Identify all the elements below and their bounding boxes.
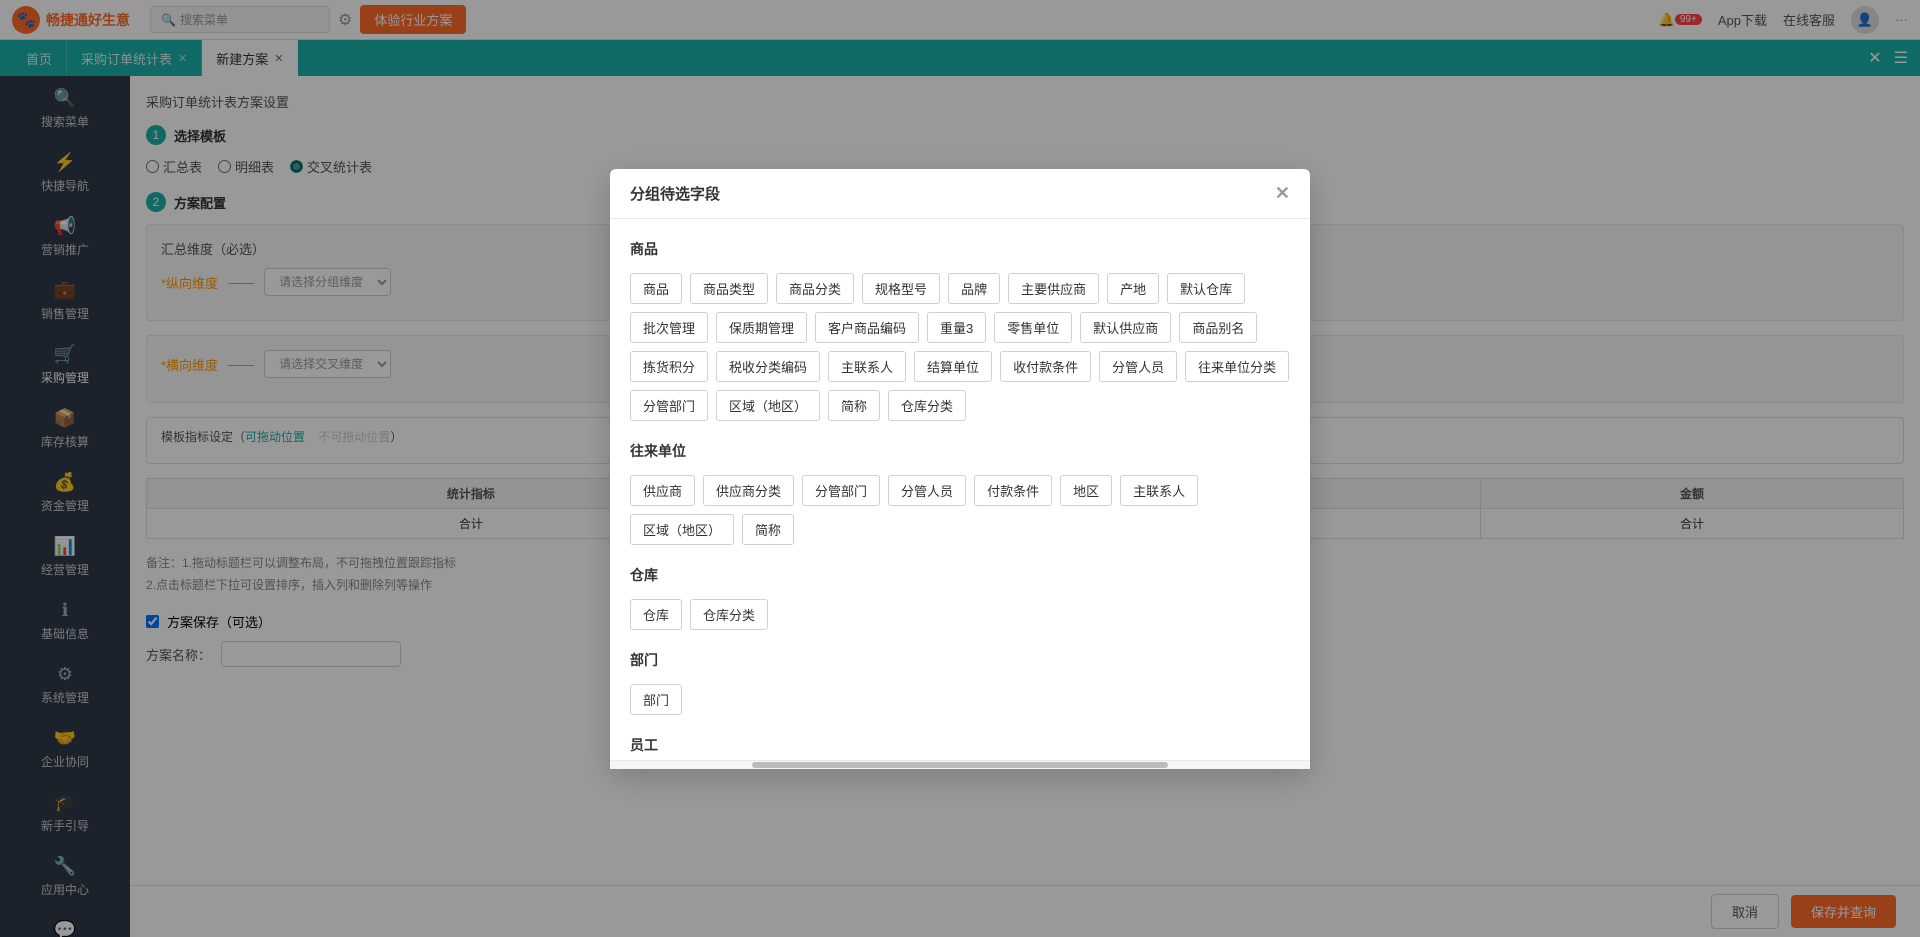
field-chip[interactable]: 区域（地区） xyxy=(716,390,820,421)
field-chip[interactable]: 供应商 xyxy=(630,475,695,506)
field-chip[interactable]: 往来单位分类 xyxy=(1185,351,1289,382)
field-chip[interactable]: 拣货积分 xyxy=(630,351,708,382)
section-title-dept: 部门 xyxy=(630,650,1290,670)
field-chip[interactable]: 商品类型 xyxy=(690,273,768,304)
modal-horizontal-scroll[interactable] xyxy=(610,760,1310,769)
section-title-staff: 员工 xyxy=(630,735,1290,755)
field-chip[interactable]: 区域（地区） xyxy=(630,514,734,545)
field-chip[interactable]: 仓库分类 xyxy=(690,599,768,630)
field-chip[interactable]: 主联系人 xyxy=(1120,475,1198,506)
hscroll-thumb xyxy=(752,762,1167,768)
modal: 分组待选字段 ✕ 商品 商品 商品类型 商品分类 规格型号 品牌 主要供应商 产… xyxy=(610,169,1310,769)
field-chip[interactable]: 主要供应商 xyxy=(1008,273,1099,304)
field-chip[interactable]: 结算单位 xyxy=(914,351,992,382)
field-chip[interactable]: 仓库分类 xyxy=(888,390,966,421)
field-chip[interactable]: 默认供应商 xyxy=(1080,312,1171,343)
field-chip[interactable]: 简称 xyxy=(742,514,794,545)
field-chip[interactable]: 付款条件 xyxy=(974,475,1052,506)
field-grid-partner: 供应商 供应商分类 分管部门 分管人员 付款条件 地区 主联系人 区域（地区） … xyxy=(630,475,1290,545)
modal-body: 商品 商品 商品类型 商品分类 规格型号 品牌 主要供应商 产地 默认仓库 批次… xyxy=(610,219,1310,760)
field-chip[interactable]: 批次管理 xyxy=(630,312,708,343)
field-chip[interactable]: 重量3 xyxy=(927,312,986,343)
field-chip[interactable]: 简称 xyxy=(828,390,880,421)
field-chip[interactable]: 商品分类 xyxy=(776,273,854,304)
field-chip[interactable]: 分管人员 xyxy=(1099,351,1177,382)
field-chip[interactable]: 收付款条件 xyxy=(1000,351,1091,382)
field-chip[interactable]: 保质期管理 xyxy=(716,312,807,343)
modal-close-button[interactable]: ✕ xyxy=(1275,184,1290,202)
field-grid-dept: 部门 xyxy=(630,684,1290,715)
field-chip[interactable]: 分管部门 xyxy=(630,390,708,421)
section-title-partner: 往来单位 xyxy=(630,441,1290,461)
field-chip[interactable]: 商品别名 xyxy=(1179,312,1257,343)
field-chip[interactable]: 零售单位 xyxy=(994,312,1072,343)
modal-title: 分组待选字段 xyxy=(630,183,720,204)
field-chip[interactable]: 产地 xyxy=(1107,273,1159,304)
field-chip[interactable]: 规格型号 xyxy=(862,273,940,304)
field-chip[interactable]: 供应商分类 xyxy=(703,475,794,506)
field-grid-product: 商品 商品类型 商品分类 规格型号 品牌 主要供应商 产地 默认仓库 批次管理 … xyxy=(630,273,1290,421)
field-chip[interactable]: 商品 xyxy=(630,273,682,304)
field-chip[interactable]: 税收分类编码 xyxy=(716,351,820,382)
field-chip[interactable]: 默认仓库 xyxy=(1167,273,1245,304)
field-grid-warehouse: 仓库 仓库分类 xyxy=(630,599,1290,630)
section-title-warehouse: 仓库 xyxy=(630,565,1290,585)
field-chip[interactable]: 客户商品编码 xyxy=(815,312,919,343)
field-chip[interactable]: 分管部门 xyxy=(802,475,880,506)
field-chip[interactable]: 地区 xyxy=(1060,475,1112,506)
section-title-product: 商品 xyxy=(630,239,1290,259)
field-chip[interactable]: 分管人员 xyxy=(888,475,966,506)
field-chip[interactable]: 主联系人 xyxy=(828,351,906,382)
field-chip[interactable]: 仓库 xyxy=(630,599,682,630)
field-chip[interactable]: 品牌 xyxy=(948,273,1000,304)
modal-overlay[interactable]: 分组待选字段 ✕ 商品 商品 商品类型 商品分类 规格型号 品牌 主要供应商 产… xyxy=(0,0,1920,937)
modal-header: 分组待选字段 ✕ xyxy=(610,169,1310,219)
field-chip[interactable]: 部门 xyxy=(630,684,682,715)
